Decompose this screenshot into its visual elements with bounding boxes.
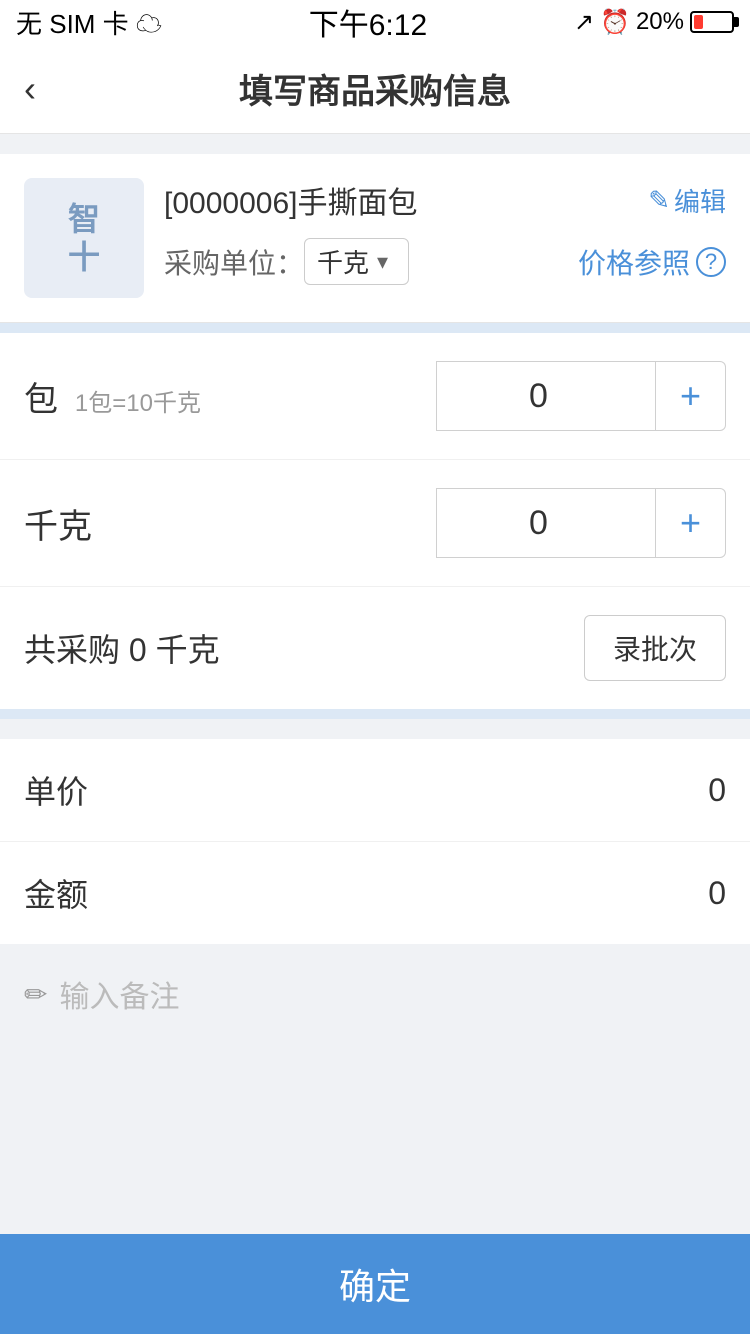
- kg-input-row: 千克 +: [0, 460, 750, 587]
- dropdown-icon: ▾: [377, 249, 388, 275]
- summary-text: 共采购 0 千克: [24, 625, 220, 671]
- battery-icon: [690, 11, 734, 33]
- page-title: 填写商品采购信息: [239, 64, 511, 113]
- battery-pct: 20%: [636, 8, 684, 36]
- product-image: 智 十: [24, 178, 144, 298]
- input-section: 包 1包=10千克 + 千克 + 共采购 0 千克 录批次: [0, 333, 750, 709]
- unit-price-row: 单价 0: [0, 739, 750, 842]
- unit-price-value: 0: [708, 772, 726, 809]
- edit-button[interactable]: ✎ 编辑: [648, 182, 726, 219]
- back-button[interactable]: ‹: [24, 68, 36, 110]
- bag-label: 包: [24, 381, 58, 419]
- header: ‹ 填写商品采购信息: [0, 44, 750, 134]
- price-ref-label: 价格参照: [578, 242, 690, 282]
- kg-plus-button[interactable]: +: [656, 488, 726, 558]
- kg-label: 千克: [24, 508, 92, 546]
- amount-value: 0: [708, 875, 726, 912]
- product-card: 智 十 [0000006]手撕面包 ✎ 编辑 采购单位： 千克 ▾ 价格参照: [0, 154, 750, 323]
- price-ref-button[interactable]: 价格参照 ?: [578, 242, 726, 282]
- status-time: 下午6:12: [309, 0, 427, 44]
- unit-select[interactable]: 千克 ▾: [304, 238, 409, 285]
- unit-price-label: 单价: [24, 767, 88, 813]
- sim-label: 无 SIM 卡 ☁: [16, 4, 162, 41]
- remark-icon: ✏: [24, 978, 47, 1011]
- kg-control: +: [436, 488, 726, 558]
- bag-sub: 1包=10千克: [75, 390, 201, 417]
- bag-control: +: [436, 361, 726, 431]
- unit-value: 千克: [317, 243, 369, 280]
- amount-label: 金额: [24, 870, 88, 916]
- edit-label: 编辑: [674, 182, 726, 219]
- status-left: 无 SIM 卡 ☁: [16, 4, 162, 41]
- amount-row: 金额 0: [0, 842, 750, 944]
- summary-row: 共采购 0 千克 录批次: [0, 587, 750, 709]
- section-divider-2: [0, 709, 750, 719]
- product-name: [0000006]手撕面包: [164, 178, 417, 222]
- alarm-icon: ⏰: [600, 8, 630, 37]
- price-info-section: 单价 0 金额 0: [0, 739, 750, 944]
- unit-label: 采购单位：: [164, 242, 304, 282]
- confirm-button[interactable]: 确定: [0, 1234, 750, 1334]
- bag-plus-button[interactable]: +: [656, 361, 726, 431]
- edit-icon: ✎: [648, 185, 670, 216]
- product-info: [0000006]手撕面包 ✎ 编辑 采购单位： 千克 ▾ 价格参照 ?: [164, 178, 726, 285]
- section-divider: [0, 323, 750, 333]
- remark-section[interactable]: ✏ 输入备注: [0, 944, 750, 1044]
- status-right: ↗ ⏰ 20%: [574, 8, 734, 37]
- info-icon: ?: [696, 247, 726, 277]
- batch-button[interactable]: 录批次: [584, 615, 726, 681]
- location-icon: ↗: [574, 8, 594, 37]
- product-logo: 智 十: [68, 200, 100, 277]
- bag-input-row: 包 1包=10千克 +: [0, 333, 750, 460]
- remark-placeholder: 输入备注: [59, 972, 179, 1016]
- status-bar: 无 SIM 卡 ☁ 下午6:12 ↗ ⏰ 20%: [0, 0, 750, 44]
- bag-input[interactable]: [436, 361, 656, 431]
- kg-input[interactable]: [436, 488, 656, 558]
